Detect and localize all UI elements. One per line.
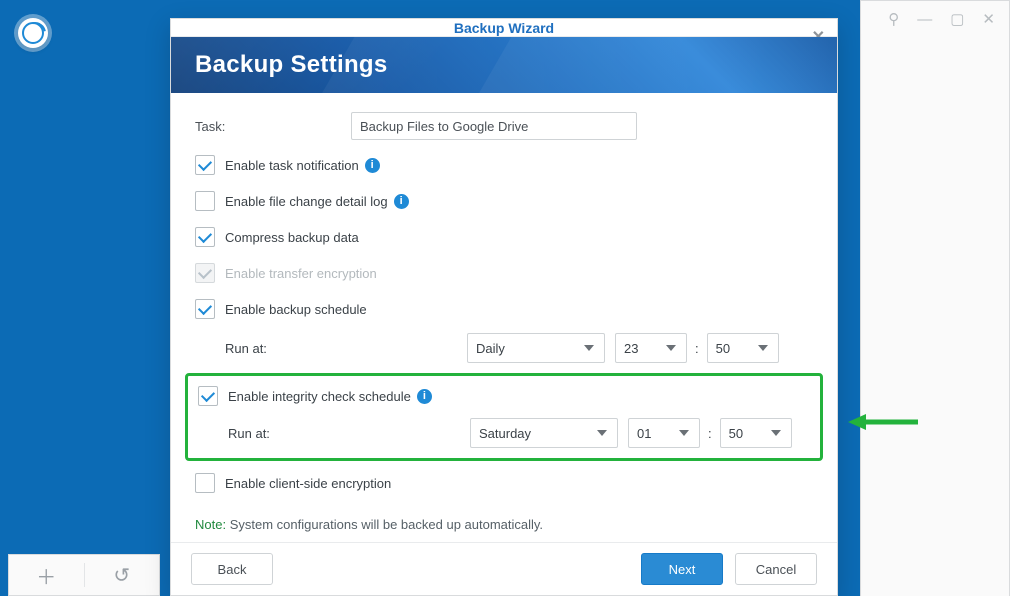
modal-footer: Back Next Cancel [171, 542, 837, 595]
checkbox-integrity[interactable] [198, 386, 218, 406]
checkbox-changelog[interactable] [195, 191, 215, 211]
schedule-hour-select[interactable]: 23 [615, 333, 687, 363]
close-bg-icon[interactable]: ✕ [982, 12, 995, 27]
schedule-run-label: Run at: [225, 341, 467, 356]
schedule-day-select[interactable]: Daily [467, 333, 605, 363]
chevron-down-icon [771, 430, 781, 436]
modal-titlebar: Backup Wizard ✕ [171, 19, 837, 37]
task-label: Task: [195, 119, 351, 134]
label-notification: Enable task notification [225, 158, 359, 173]
dsm-app-icon[interactable] [18, 18, 48, 48]
modal-banner: Backup Settings [171, 37, 837, 93]
note-text: Note: System configurations will be back… [195, 517, 813, 532]
minimize-icon[interactable]: — [917, 12, 932, 27]
label-compress: Compress backup data [225, 230, 359, 245]
modal-body: Task: Enable task notification i Enable … [171, 93, 837, 542]
task-name-input[interactable] [351, 112, 637, 140]
modal-title: Backup Wizard [454, 20, 554, 36]
chevron-down-icon [597, 430, 607, 436]
banner-title: Backup Settings [195, 51, 388, 79]
pin-icon[interactable]: ⚲ [888, 12, 899, 27]
time-separator: : [708, 426, 712, 441]
checkbox-notification[interactable] [195, 155, 215, 175]
label-integrity: Enable integrity check schedule [228, 389, 411, 404]
label-changelog: Enable file change detail log [225, 194, 388, 209]
integrity-row: Run at: Saturday 01 : 50 [198, 418, 810, 448]
integrity-hour-select[interactable]: 01 [628, 418, 700, 448]
schedule-min-select[interactable]: 50 [707, 333, 779, 363]
checkbox-compress[interactable] [195, 227, 215, 247]
checkbox-transfer-enc [195, 263, 215, 283]
checkbox-schedule[interactable] [195, 299, 215, 319]
add-button[interactable]: ＋ [9, 555, 84, 595]
integrity-run-label: Run at: [228, 426, 470, 441]
integrity-day-select[interactable]: Saturday [470, 418, 618, 448]
integrity-highlight-box: Enable integrity check schedule i Run at… [185, 373, 823, 461]
chevron-down-icon [679, 430, 689, 436]
background-window: ⚲ — ▢ ✕ [860, 0, 1010, 596]
cancel-button[interactable]: Cancel [735, 553, 817, 585]
checkbox-client-enc[interactable] [195, 473, 215, 493]
back-button[interactable]: Back [191, 553, 273, 585]
maximize-icon[interactable]: ▢ [950, 12, 964, 27]
chevron-down-icon [758, 345, 768, 351]
schedule-row: Run at: Daily 23 : 50 [195, 333, 813, 363]
label-client-enc: Enable client-side encryption [225, 476, 391, 491]
chevron-down-icon [666, 345, 676, 351]
info-icon[interactable]: i [417, 389, 432, 404]
clock-arrow-icon [22, 22, 44, 44]
info-icon[interactable]: i [365, 158, 380, 173]
label-transfer-enc: Enable transfer encryption [225, 266, 377, 281]
chevron-down-icon [584, 345, 594, 351]
label-schedule: Enable backup schedule [225, 302, 367, 317]
time-separator: : [695, 341, 699, 356]
app-background: ⚲ — ▢ ✕ ＋ ↺ Backup Wizard ✕ Backup Setti… [0, 0, 1010, 596]
integrity-min-select[interactable]: 50 [720, 418, 792, 448]
history-button[interactable]: ↺ [85, 555, 160, 595]
bottom-toolbar: ＋ ↺ [8, 554, 160, 596]
next-button[interactable]: Next [641, 553, 723, 585]
backup-wizard-modal: Backup Wizard ✕ Backup Settings Task: En… [170, 18, 838, 596]
info-icon[interactable]: i [394, 194, 409, 209]
